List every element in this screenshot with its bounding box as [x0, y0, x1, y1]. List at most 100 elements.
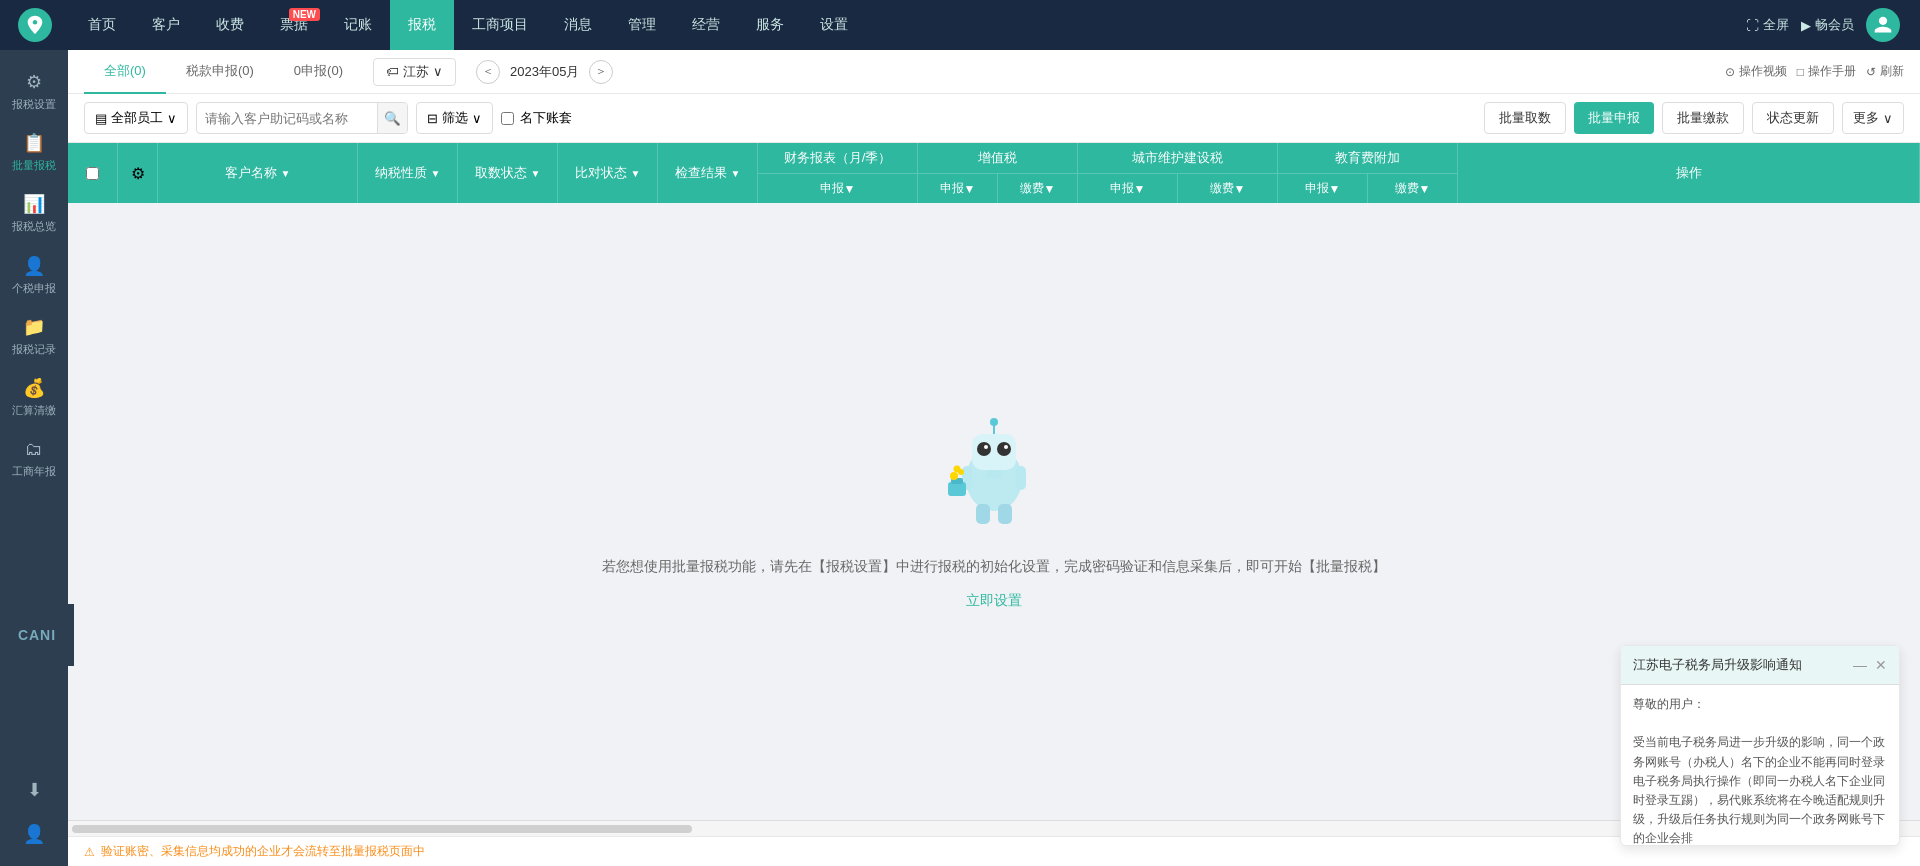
profile-icon: 👤 [22, 822, 46, 846]
nav-items: 首页 客户 收费 票据 NEW 记账 报税 工商项目 消息 管理 经营 服务 设… [70, 0, 1746, 50]
nav-manage[interactable]: 管理 [610, 0, 674, 50]
tab-zero-count: 0 [331, 63, 338, 78]
sidebar-label-tax-records: 报税记录 [12, 343, 56, 356]
nav-service[interactable]: 服务 [738, 0, 802, 50]
th-city-tax-group: 城市维护建设税 申报▼ 缴费▼ [1078, 143, 1278, 203]
tax-overview-icon: 📊 [22, 192, 46, 216]
nav-business[interactable]: 工商项目 [454, 0, 546, 50]
nav-customer[interactable]: 客户 [134, 0, 198, 50]
filter-button[interactable]: ⊟ 筛选 ∨ [416, 102, 493, 134]
th-financial-title: 财务报表（月/季） [758, 143, 917, 174]
search-input[interactable] [197, 111, 377, 126]
region-selector[interactable]: 🏷 江苏 ∨ [373, 58, 456, 86]
th-vat-declare: 申报▼ [918, 174, 998, 203]
sidebar-item-tax-settings[interactable]: ⚙ 报税设置 [0, 60, 68, 121]
sidebar-item-profile[interactable]: 👤 [0, 812, 68, 856]
date-prev-btn[interactable]: ＜ [476, 60, 500, 84]
nav-message[interactable]: 消息 [546, 0, 610, 50]
nav-tax[interactable]: 报税 [390, 0, 454, 50]
manual-link[interactable]: □ 操作手册 [1797, 63, 1856, 80]
employee-filter[interactable]: ▤ 全部员工 ∨ [84, 102, 188, 134]
sidebar-item-batch-tax[interactable]: 📋 批量报税 [0, 121, 68, 182]
svg-rect-6 [987, 470, 1001, 478]
nav-invoice[interactable]: 票据 NEW [262, 0, 326, 50]
toolbar: ▤ 全部员工 ∨ 🔍 ⊟ 筛选 ∨ 名下账套 批量取数 批量申报 [68, 94, 1920, 143]
video-tutorial-link[interactable]: ⊙ 操作视频 [1725, 63, 1787, 80]
date-navigator: ＜ 2023年05月 ＞ [476, 60, 613, 84]
th-financial-report-group: 财务报表（月/季） 申报▼ [758, 143, 918, 203]
employee-filter-label: 全部员工 [111, 109, 163, 127]
sidebar-item-download[interactable]: ⬇ [0, 768, 68, 812]
sidebar-label-annual-report: 工商年报 [12, 465, 56, 478]
sidebar-item-tax-records[interactable]: 📁 报税记录 [0, 305, 68, 366]
more-button[interactable]: 更多 ∨ [1842, 102, 1904, 134]
gear-icon[interactable]: ⚙ [131, 164, 145, 183]
setup-link[interactable]: 立即设置 [966, 592, 1022, 610]
batch-fetch-button[interactable]: 批量取数 [1484, 102, 1566, 134]
search-button[interactable]: 🔍 [377, 102, 407, 134]
fullscreen-btn[interactable]: ⛶ 全屏 [1746, 16, 1789, 34]
nav-operation[interactable]: 经营 [674, 0, 738, 50]
tab-zero-declare[interactable]: 0申报(0) [274, 50, 363, 94]
th-city-tax-title: 城市维护建设税 [1078, 143, 1277, 174]
name-checkbox[interactable] [501, 112, 514, 125]
sidebar-item-annual-report[interactable]: 🗂 工商年报 [0, 427, 68, 488]
batch-pay-button[interactable]: 批量缴款 [1662, 102, 1744, 134]
nav-settings[interactable]: 设置 [802, 0, 866, 50]
th-edu-declare: 申报▼ [1278, 174, 1368, 203]
notification-minimize-btn[interactable]: — [1853, 657, 1867, 673]
empty-message: 若您想使用批量报税功能，请先在【报税设置】中进行报税的初始化设置，完成密码验证和… [602, 558, 1386, 576]
notification-title: 江苏电子税务局升级影响通知 [1633, 656, 1802, 674]
th-vat-group: 增值税 申报▼ 缴费▼ [918, 143, 1078, 203]
refresh-icon: ↺ [1866, 65, 1876, 79]
nav-right-actions: ⛶ 全屏 ▶ 畅会员 [1746, 8, 1900, 42]
refresh-btn[interactable]: ↺ 刷新 [1866, 63, 1904, 80]
svg-rect-8 [1016, 466, 1026, 490]
checkbox-label[interactable]: 名下账套 [501, 109, 572, 127]
tab-bar: 全部(0) 税款申报(0) 0申报(0) 🏷 江苏 ∨ ＜ 2023年05月 ＞… [68, 50, 1920, 94]
nav-home[interactable]: 首页 [70, 0, 134, 50]
sidebar-item-tax-overview[interactable]: 📊 报税总览 [0, 182, 68, 243]
edu-pay-sort: ▼ [1419, 182, 1431, 196]
sidebar-label-tax-settings: 报税设置 [12, 98, 56, 111]
nav-fee[interactable]: 收费 [198, 0, 262, 50]
cani-label: CANI [0, 604, 74, 666]
city-declare-sort: ▼ [1134, 182, 1146, 196]
employee-filter-chevron-icon: ∨ [167, 111, 177, 126]
book-icon: □ [1797, 65, 1804, 79]
tab-tax-count: 0 [242, 63, 249, 78]
member-btn[interactable]: ▶ 畅会员 [1801, 16, 1854, 34]
notification-panel: 江苏电子税务局升级影响通知 — ✕ 尊敬的用户： 受当前电子税务局进一步升级的影… [1620, 645, 1900, 846]
filter-label: 筛选 [442, 109, 468, 127]
header-checkbox[interactable] [86, 167, 99, 180]
batch-declare-button[interactable]: 批量申报 [1574, 102, 1654, 134]
notification-close-btn[interactable]: ✕ [1875, 657, 1887, 673]
user-avatar[interactable] [1866, 8, 1900, 42]
tab-right-actions: ⊙ 操作视频 □ 操作手册 ↺ 刷新 [1725, 63, 1904, 80]
personal-tax-icon: 👤 [22, 254, 46, 278]
svg-rect-11 [948, 482, 966, 496]
sidebar: ⚙ 报税设置 📋 批量报税 📊 报税总览 👤 个税申报 📁 报税记录 💰 汇算清… [0, 50, 68, 866]
th-city-declare: 申报▼ [1078, 174, 1178, 203]
nav-accounting[interactable]: 记账 [326, 0, 390, 50]
svg-point-17 [990, 418, 998, 426]
tab-all[interactable]: 全部(0) [84, 50, 166, 94]
tax-settings-icon: ⚙ [22, 70, 46, 94]
check-sort-icon: ▼ [731, 168, 741, 179]
tab-tax-declare[interactable]: 税款申报(0) [166, 50, 274, 94]
customer-sort-icon: ▼ [281, 168, 291, 179]
notification-header: 江苏电子税务局升级影响通知 — ✕ [1621, 646, 1899, 685]
th-vat-cells: 申报▼ 缴费▼ [918, 174, 1077, 203]
video-icon: ⊙ [1725, 65, 1735, 79]
robot-illustration [934, 414, 1054, 534]
date-next-btn[interactable]: ＞ [589, 60, 613, 84]
svg-rect-9 [976, 504, 990, 524]
th-tax-type: 纳税性质 ▼ [358, 143, 458, 203]
status-update-button[interactable]: 状态更新 [1752, 102, 1834, 134]
region-text: 江苏 [403, 63, 429, 81]
sidebar-item-annual-settlement[interactable]: 💰 汇算清缴 [0, 366, 68, 427]
scroll-thumb [72, 825, 692, 833]
edu-declare-sort: ▼ [1329, 182, 1341, 196]
top-navigation: 首页 客户 收费 票据 NEW 记账 报税 工商项目 消息 管理 经营 服务 设… [0, 0, 1920, 50]
sidebar-item-personal-tax[interactable]: 👤 个税申报 [0, 244, 68, 305]
